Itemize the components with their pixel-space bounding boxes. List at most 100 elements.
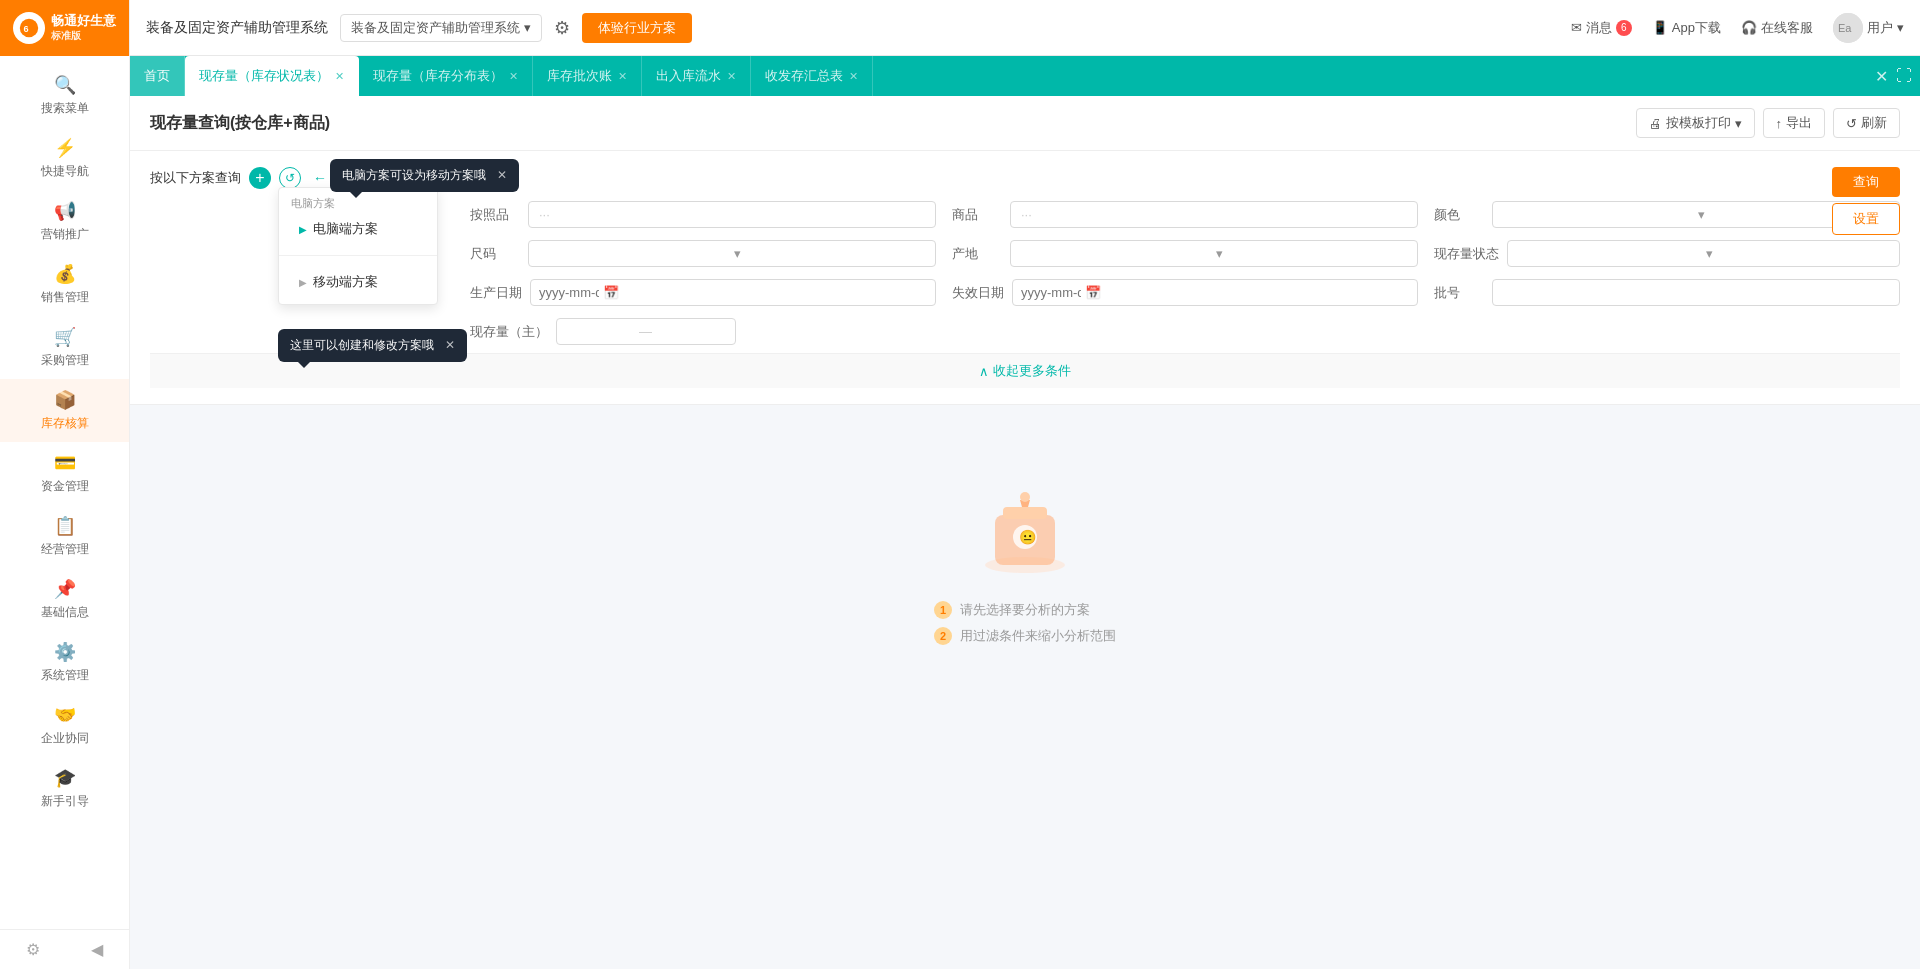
sidebar-item-search[interactable]: 🔍 搜索菜单 <box>0 64 129 127</box>
export-btn[interactable]: ↑ 导出 <box>1763 108 1826 138</box>
settings-btn[interactable]: 设置 <box>1832 203 1900 235</box>
scheme-item-mobile[interactable]: ▶ 移动端方案 <box>291 268 425 296</box>
sidebar-item-marketing[interactable]: 📢 营销推广 <box>0 190 129 253</box>
header-right: ✉ 消息 6 📱 App下载 🎧 在线客服 Ea 用户 ▾ <box>1571 13 1904 43</box>
calendar-start-icon: 📅 <box>603 285 619 300</box>
filter-action-btns: 查询 设置 <box>1832 167 1900 235</box>
calendar-end-icon: 📅 <box>1085 285 1101 300</box>
sidebar-item-basic[interactable]: 📌 基础信息 <box>0 568 129 631</box>
batch-input[interactable] <box>1492 279 1900 306</box>
product-input[interactable]: ··· <box>1010 201 1418 228</box>
print-template-btn[interactable]: 🖨 按模板打印 ▾ <box>1636 108 1755 138</box>
tab-maximize-btn[interactable]: ⛶ <box>1896 67 1912 85</box>
system-selector[interactable]: 装备及固定资产辅助管理系统 ▾ <box>340 14 542 42</box>
expiry-date-start[interactable] <box>1021 285 1081 300</box>
settings-bottom-btn[interactable]: ⚙ <box>26 940 40 959</box>
svg-point-0 <box>20 19 38 37</box>
empty-step-2: 2 用过滤条件来缩小分析范围 <box>934 627 1116 645</box>
stock-status-select[interactable]: ▾ <box>1507 240 1900 267</box>
chevron-down-icon: ▾ <box>1897 20 1904 35</box>
message-icon: ✉ <box>1571 20 1582 35</box>
scheme-divider <box>279 255 437 256</box>
expiry-date-range[interactable]: 📅 <box>1012 279 1418 306</box>
page-header: 现存量查询(按仓库+商品) 🖨 按模板打印 ▾ ↑ 导出 ↺ 刷新 <box>130 96 1920 151</box>
sidebar-item-inventory[interactable]: 📦 库存核算 <box>0 379 129 442</box>
app-download-btn[interactable]: 📱 App下载 <box>1652 19 1721 37</box>
tab-close-icon[interactable]: ✕ <box>335 70 344 83</box>
filter-add-btn[interactable]: + <box>249 167 271 189</box>
header: 装备及固定资产辅助管理系统 装备及固定资产辅助管理系统 ▾ ⚙ 体验行业方案 ✉… <box>130 0 1920 56</box>
guide-icon: 🎓 <box>54 767 76 789</box>
sidebar-item-sales[interactable]: 💰 销售管理 <box>0 253 129 316</box>
svg-text:6: 6 <box>24 24 29 34</box>
refresh-btn[interactable]: ↺ 刷新 <box>1833 108 1900 138</box>
basic-icon: 📌 <box>54 578 76 600</box>
operation-icon: 📋 <box>54 515 76 537</box>
tab-close-icon[interactable]: ✕ <box>618 70 627 83</box>
svg-point-10 <box>1020 492 1030 502</box>
tab-bar: 首页 现存量（库存状况表） ✕ 现存量（库存分布表） ✕ 库存批次账 ✕ 出入库… <box>130 56 1920 96</box>
field-expiry-date: 失效日期 📅 <box>952 279 1418 306</box>
filter-refresh-btn[interactable]: ↺ <box>279 167 301 189</box>
stock-qty-min[interactable] <box>565 324 635 339</box>
headset-icon: 🎧 <box>1741 20 1757 35</box>
tab-inventory-status[interactable]: 现存量（库存状况表） ✕ <box>185 56 359 96</box>
user-area[interactable]: Ea 用户 ▾ <box>1833 13 1904 43</box>
pc-scheme-label: 电脑方案 <box>291 196 425 211</box>
filter-arrow-btn[interactable]: ← <box>309 167 331 189</box>
tab-inventory-dist[interactable]: 现存量（库存分布表） ✕ <box>359 56 533 96</box>
tab-batch-account[interactable]: 库存批次账 ✕ <box>533 56 642 96</box>
production-date-range[interactable]: 📅 <box>530 279 936 306</box>
scheme-item-pc[interactable]: ▶ 电脑端方案 <box>291 215 425 243</box>
filter-row-4: 现存量（主） — <box>470 318 1900 345</box>
sidebar-item-purchase[interactable]: 🛒 采购管理 <box>0 316 129 379</box>
empty-state: 😐 1 请先选择要分析的方案 2 用过滤条件来缩小分析范围 <box>130 405 1920 725</box>
collapse-sidebar-btn[interactable]: ◀ <box>91 940 103 959</box>
avatar: Ea <box>1833 13 1863 43</box>
tab-close-icon[interactable]: ✕ <box>509 70 518 83</box>
category-input[interactable]: ··· <box>528 201 936 228</box>
field-stock-status: 现存量状态 ▾ <box>1434 240 1900 267</box>
tab-close-icon[interactable]: ✕ <box>727 70 736 83</box>
empty-illustration: 😐 <box>965 485 1085 585</box>
sidebar-item-operation[interactable]: 📋 经营管理 <box>0 505 129 568</box>
sidebar-item-quick[interactable]: ⚡ 快捷导航 <box>0 127 129 190</box>
message-btn[interactable]: ✉ 消息 6 <box>1571 19 1632 37</box>
export-icon: ↑ <box>1776 116 1783 131</box>
sidebar-bottom: ⚙ ◀ <box>0 929 129 969</box>
production-date-start[interactable] <box>539 285 599 300</box>
trial-btn[interactable]: 体验行业方案 <box>582 13 692 43</box>
sidebar-item-enterprise[interactable]: 🤝 企业协同 <box>0 694 129 757</box>
online-support-btn[interactable]: 🎧 在线客服 <box>1741 19 1813 37</box>
svg-text:Ea: Ea <box>1838 22 1852 34</box>
tab-close-icon[interactable]: ✕ <box>849 70 858 83</box>
query-btn[interactable]: 查询 <box>1832 167 1900 197</box>
origin-select[interactable]: ▾ <box>1010 240 1418 267</box>
phone-icon: 📱 <box>1652 20 1668 35</box>
tab-home[interactable]: 首页 <box>130 56 185 96</box>
settings-icon[interactable]: ⚙ <box>554 17 570 39</box>
tooltip-close-btn[interactable]: ✕ <box>497 168 507 182</box>
stock-qty-range[interactable]: — <box>556 318 736 345</box>
system-name: 装备及固定资产辅助管理系统 <box>146 19 328 37</box>
sidebar-item-guide[interactable]: 🎓 新手引导 <box>0 757 129 820</box>
batch-text-input[interactable] <box>1503 285 1889 300</box>
tab-bar-end: ✕ ⛶ <box>1875 67 1920 86</box>
stock-qty-max[interactable] <box>656 324 726 339</box>
tab-close-all-btn[interactable]: ✕ <box>1875 67 1888 86</box>
enterprise-icon: 🤝 <box>54 704 76 726</box>
search-icon: 🔍 <box>54 74 76 96</box>
empty-step-1: 1 请先选择要分析的方案 <box>934 601 1116 619</box>
size-select[interactable]: ▾ <box>528 240 936 267</box>
edit-tooltip-close-btn[interactable]: ✕ <box>445 338 455 352</box>
svg-text:😐: 😐 <box>1019 529 1037 546</box>
sidebar: 6 畅通好生意 标准版 🔍 搜索菜单 ⚡ 快捷导航 📢 营销推广 💰 销售管理 … <box>0 0 130 969</box>
sidebar-item-system[interactable]: ⚙️ 系统管理 <box>0 631 129 694</box>
sidebar-item-finance[interactable]: 💳 资金管理 <box>0 442 129 505</box>
tooltip-mobile-scheme: 电脑方案可设为移动方案哦 ✕ <box>330 159 519 192</box>
field-size: 尺码 ▾ <box>470 240 936 267</box>
empty-text: 1 请先选择要分析的方案 2 用过滤条件来缩小分析范围 <box>934 601 1116 645</box>
tab-in-out-flow[interactable]: 出入库流水 ✕ <box>642 56 751 96</box>
tab-receive-summary[interactable]: 收发存汇总表 ✕ <box>751 56 873 96</box>
logo-text: 畅通好生意 标准版 <box>51 13 116 43</box>
